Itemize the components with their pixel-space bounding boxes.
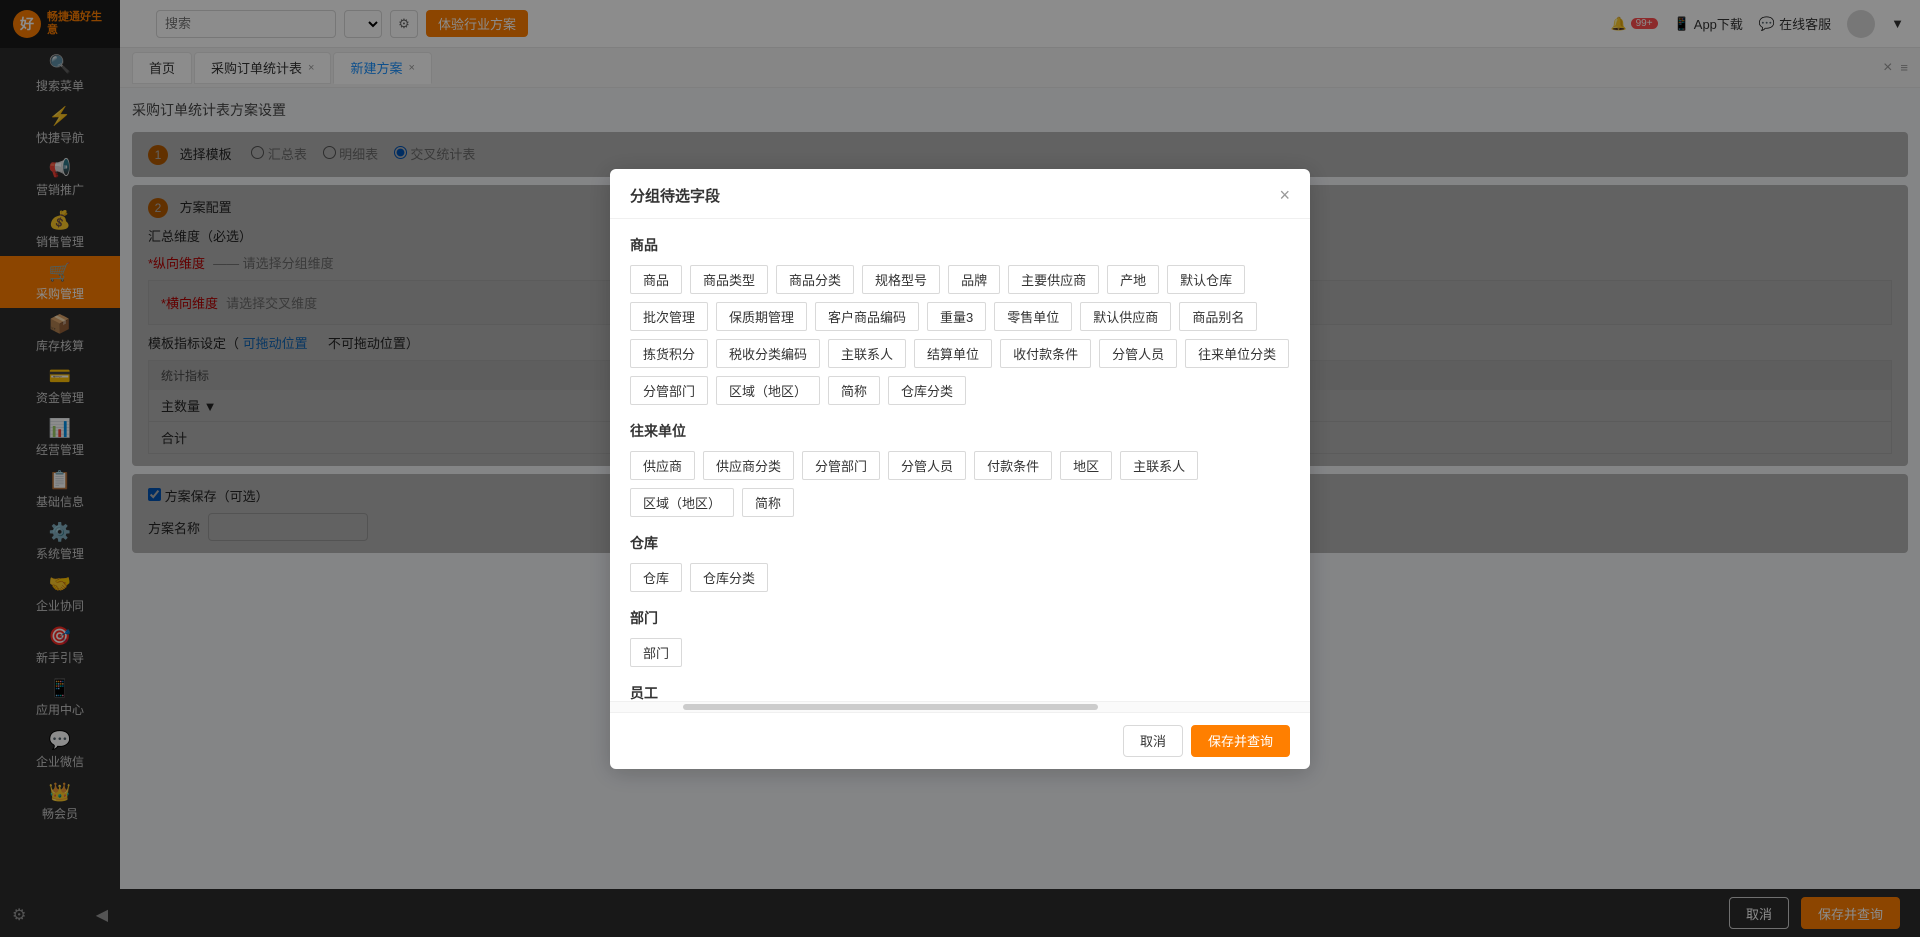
tag-supervisor[interactable]: 分管人员 [1099,339,1177,368]
field-selection-dialog: 分组待选字段 × 商品 商品 商品类型 商品分类 规格型号 品牌 主要供应商 产… [610,169,1310,769]
dialog-body: 商品 商品 商品类型 商品分类 规格型号 品牌 主要供应商 产地 默认仓库 批次… [610,219,1310,702]
tag-main-supplier[interactable]: 主要供应商 [1008,265,1099,294]
section-warehouse-tags: 仓库 仓库分类 [630,563,1290,592]
tag-weight3[interactable]: 重量3 [927,302,986,331]
tag-batch-mgmt[interactable]: 批次管理 [630,302,708,331]
tag-customer-goods-code[interactable]: 客户商品编码 [815,302,919,331]
tag-payment-cond[interactable]: 付款条件 [974,451,1052,480]
tag-origin[interactable]: 产地 [1107,265,1159,294]
horizontal-scrollbar[interactable] [683,704,1098,710]
tag-goods[interactable]: 商品 [630,265,682,294]
tag-supervisor2[interactable]: 分管人员 [888,451,966,480]
tag-retail-unit[interactable]: 零售单位 [994,302,1072,331]
tag-department[interactable]: 部门 [630,638,682,667]
tag-default-warehouse[interactable]: 默认仓库 [1167,265,1245,294]
horizontal-scrollbar-area [610,701,1310,711]
dialog-header: 分组待选字段 × [610,169,1310,219]
tag-spec-model[interactable]: 规格型号 [862,265,940,294]
section-dept: 部门 部门 [630,608,1290,667]
tag-pick-points[interactable]: 拣货积分 [630,339,708,368]
tag-supplier-cat[interactable]: 供应商分类 [703,451,794,480]
tag-goods-category[interactable]: 商品分类 [776,265,854,294]
section-partner-title: 往来单位 [630,421,1290,441]
tag-dept-managed[interactable]: 分管部门 [630,376,708,405]
section-employee-title: 员工 [630,683,1290,702]
dialog-footer: 取消 保存并查询 [610,712,1310,769]
section-warehouse: 仓库 仓库 仓库分类 [630,533,1290,592]
tag-payment-terms[interactable]: 收付款条件 [1000,339,1091,368]
tag-expiry-mgmt[interactable]: 保质期管理 [716,302,807,331]
tag-region2[interactable]: 区域（地区） [630,488,734,517]
section-partner: 往来单位 供应商 供应商分类 分管部门 分管人员 付款条件 地区 主联系人 区域… [630,421,1290,517]
tag-tax-code[interactable]: 税收分类编码 [716,339,820,368]
section-dept-tags: 部门 [630,638,1290,667]
confirm-button[interactable]: 保存并查询 [1191,725,1290,757]
tag-main-contact[interactable]: 主联系人 [828,339,906,368]
tag-settlement-unit[interactable]: 结算单位 [914,339,992,368]
section-goods-title: 商品 [630,235,1290,255]
section-partner-tags: 供应商 供应商分类 分管部门 分管人员 付款条件 地区 主联系人 区域（地区） … [630,451,1290,517]
tag-goods-alias[interactable]: 商品别名 [1179,302,1257,331]
dialog-close-button[interactable]: × [1279,186,1290,204]
tag-main-contact2[interactable]: 主联系人 [1120,451,1198,480]
section-dept-title: 部门 [630,608,1290,628]
tag-region[interactable]: 地区 [1060,451,1112,480]
modal-overlay: 分组待选字段 × 商品 商品 商品类型 商品分类 规格型号 品牌 主要供应商 产… [0,0,1920,937]
tag-default-supplier[interactable]: 默认供应商 [1080,302,1171,331]
tag-supplier[interactable]: 供应商 [630,451,695,480]
section-warehouse-title: 仓库 [630,533,1290,553]
tag-warehouse[interactable]: 仓库 [630,563,682,592]
tag-short-name[interactable]: 简称 [828,376,880,405]
tag-goods-type[interactable]: 商品类型 [690,265,768,294]
tag-dept[interactable]: 分管部门 [802,451,880,480]
tag-short-name2[interactable]: 简称 [742,488,794,517]
section-goods-tags: 商品 商品类型 商品分类 规格型号 品牌 主要供应商 产地 默认仓库 批次管理 … [630,265,1290,405]
tag-brand[interactable]: 品牌 [948,265,1000,294]
cancel-button[interactable]: 取消 [1123,725,1183,757]
tag-partner-category[interactable]: 往来单位分类 [1185,339,1289,368]
tag-warehouse-cat2[interactable]: 仓库分类 [690,563,768,592]
section-goods: 商品 商品 商品类型 商品分类 规格型号 品牌 主要供应商 产地 默认仓库 批次… [630,235,1290,405]
section-employee: 员工 业务员 [630,683,1290,702]
tag-warehouse-cat[interactable]: 仓库分类 [888,376,966,405]
dialog-title: 分组待选字段 [630,185,720,206]
tag-region-goods[interactable]: 区域（地区） [716,376,820,405]
